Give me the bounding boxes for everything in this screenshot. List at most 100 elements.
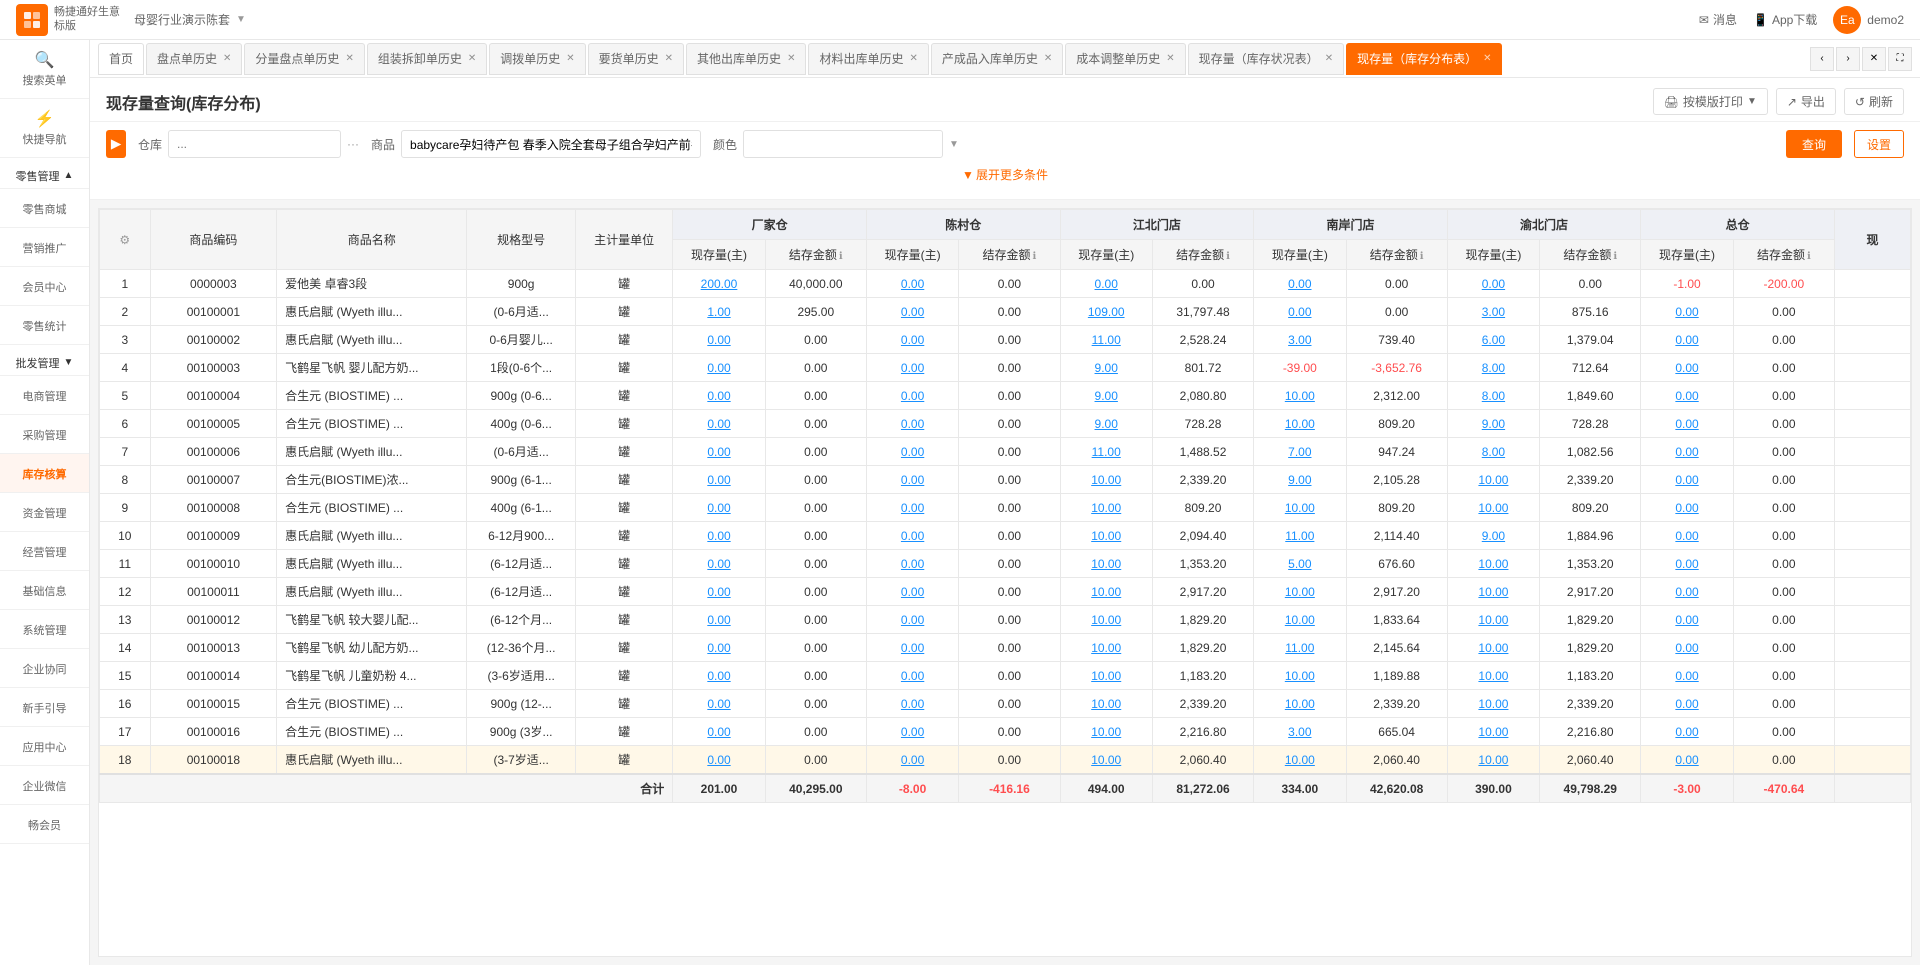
qty-link[interactable]: 109.00 [1088,305,1125,319]
qty-link[interactable]: 10.00 [1478,557,1508,571]
cell-value[interactable]: 0.00 [673,410,765,438]
cell-value[interactable]: 0.00 [673,354,765,382]
sidebar-item-finance[interactable]: 资金管理 [0,493,89,532]
qty-link[interactable]: 0.00 [707,445,730,459]
sidebar-item-operations[interactable]: 经营管理 [0,532,89,571]
cell-value[interactable]: 0.00 [1060,270,1152,298]
cell-value[interactable]: 9.00 [1060,410,1152,438]
cell-value[interactable]: 0.00 [866,690,958,718]
cell-value[interactable]: 0.00 [1641,382,1733,410]
sidebar-item-purchase[interactable]: 采购管理 [0,415,89,454]
cell-value[interactable]: 0.00 [1641,326,1733,354]
cell-value[interactable]: 0.00 [1641,690,1733,718]
cell-value[interactable]: 10.00 [1447,578,1539,606]
cell-value[interactable]: 0.00 [866,746,958,775]
cell-value[interactable]: 0.00 [1641,466,1733,494]
cell-value[interactable]: 0.00 [1641,494,1733,522]
qty-link[interactable]: 0.00 [707,585,730,599]
qty-link[interactable]: 0.00 [707,529,730,543]
qty-link[interactable]: 5.00 [1288,557,1311,571]
qty-link[interactable]: 0.00 [707,753,730,767]
sidebar-item-retail[interactable]: 零售管理 ▲ [0,158,89,189]
sidebar-item-enterprise[interactable]: 企业协同 [0,649,89,688]
cell-value[interactable]: 10.00 [1447,690,1539,718]
qty-link[interactable]: 10.00 [1478,613,1508,627]
qty-link[interactable]: 10.00 [1478,641,1508,655]
qty-link[interactable]: 0.00 [901,473,924,487]
tab-stock-status[interactable]: 现存量（库存状况表） ✕ [1188,43,1344,75]
collapse-toggle-btn[interactable]: ▶ [106,130,126,158]
cell-value[interactable]: 0.00 [866,662,958,690]
qty-link[interactable]: 0.00 [901,333,924,347]
qty-link[interactable]: 0.00 [1675,557,1698,571]
qty-link[interactable]: 10.00 [1285,501,1315,515]
tab-close-btn[interactable]: ✕ [1862,47,1886,71]
qty-link[interactable]: 0.00 [1482,277,1505,291]
sidebar-item-inventory[interactable]: 库存核算 [0,454,89,493]
info-icon[interactable]: ℹ [1420,251,1424,262]
qty-link[interactable]: 0.00 [1675,417,1698,431]
qty-link[interactable]: 0.00 [707,333,730,347]
cell-value[interactable]: 10.00 [1447,746,1539,775]
cell-value[interactable]: 6.00 [1447,326,1539,354]
query-btn[interactable]: 查询 [1786,130,1842,158]
cell-value[interactable]: 0.00 [1641,634,1733,662]
cell-value[interactable]: 0.00 [673,494,765,522]
qty-link[interactable]: 0.00 [901,557,924,571]
cell-value[interactable]: 8.00 [1447,438,1539,466]
qty-link[interactable]: 10.00 [1478,473,1508,487]
qty-link[interactable]: 9.00 [1288,473,1311,487]
cell-value[interactable]: 0.00 [866,578,958,606]
sidebar-item-guide[interactable]: 新手引导 [0,688,89,727]
qty-link[interactable]: 0.00 [707,389,730,403]
qty-link[interactable]: 0.00 [1675,473,1698,487]
cell-value[interactable]: 10.00 [1060,662,1152,690]
sidebar-item-appcenter[interactable]: 应用中心 [0,727,89,766]
cell-value[interactable]: 3.00 [1254,718,1346,746]
cell-value[interactable]: 9.00 [1254,466,1346,494]
qty-link[interactable]: 200.00 [701,277,738,291]
cell-value[interactable]: 10.00 [1060,746,1152,775]
sidebar-item-search[interactable]: 🔍 搜索英单 [0,40,89,99]
cell-value[interactable]: 0.00 [1641,746,1733,775]
tab-stock-sub[interactable]: 分量盘点单历史 ✕ [244,43,364,75]
cell-value[interactable]: 10.00 [1060,578,1152,606]
cell-value[interactable]: 0.00 [1641,354,1733,382]
qty-link[interactable]: 10.00 [1091,697,1121,711]
qty-link[interactable]: 0.00 [707,725,730,739]
cell-value[interactable]: 0.00 [866,326,958,354]
cell-value[interactable]: 109.00 [1060,298,1152,326]
cell-value[interactable]: 0.00 [673,662,765,690]
qty-link[interactable]: 10.00 [1091,585,1121,599]
tab-other-out[interactable]: 其他出库单历史 ✕ [686,43,806,75]
qty-link[interactable]: 10.00 [1285,613,1315,627]
qty-link[interactable]: 10.00 [1478,697,1508,711]
cell-value[interactable]: 10.00 [1060,550,1152,578]
tab-assemble[interactable]: 组装拆卸单历史 ✕ [367,43,487,75]
qty-link[interactable]: 10.00 [1091,557,1121,571]
cell-value[interactable]: 0.00 [1641,410,1733,438]
qty-link[interactable]: 0.00 [707,697,730,711]
qty-link[interactable]: 11.00 [1092,445,1121,459]
qty-link[interactable]: 0.00 [707,417,730,431]
cell-value[interactable]: 0.00 [866,606,958,634]
qty-link[interactable]: 10.00 [1091,473,1121,487]
qty-link[interactable]: 0.00 [1675,501,1698,515]
qty-link[interactable]: 0.00 [707,613,730,627]
cell-value[interactable]: 0.00 [866,634,958,662]
cell-value[interactable]: 0.00 [866,466,958,494]
qty-link[interactable]: 0.00 [901,445,924,459]
cell-value[interactable]: 0.00 [1641,438,1733,466]
cell-value[interactable]: 10.00 [1447,494,1539,522]
cell-value[interactable]: 0.00 [673,522,765,550]
qty-link[interactable]: 10.00 [1478,501,1508,515]
cell-value[interactable]: 0.00 [1641,718,1733,746]
cell-value[interactable]: 0.00 [866,410,958,438]
cell-value[interactable]: 10.00 [1254,494,1346,522]
qty-link[interactable]: 10.00 [1285,753,1315,767]
cell-value[interactable]: 0.00 [673,606,765,634]
qty-link[interactable]: 6.00 [1482,333,1505,347]
qty-link[interactable]: 0.00 [901,641,924,655]
cell-value[interactable]: 5.00 [1254,550,1346,578]
qty-link[interactable]: 0.00 [1095,277,1118,291]
